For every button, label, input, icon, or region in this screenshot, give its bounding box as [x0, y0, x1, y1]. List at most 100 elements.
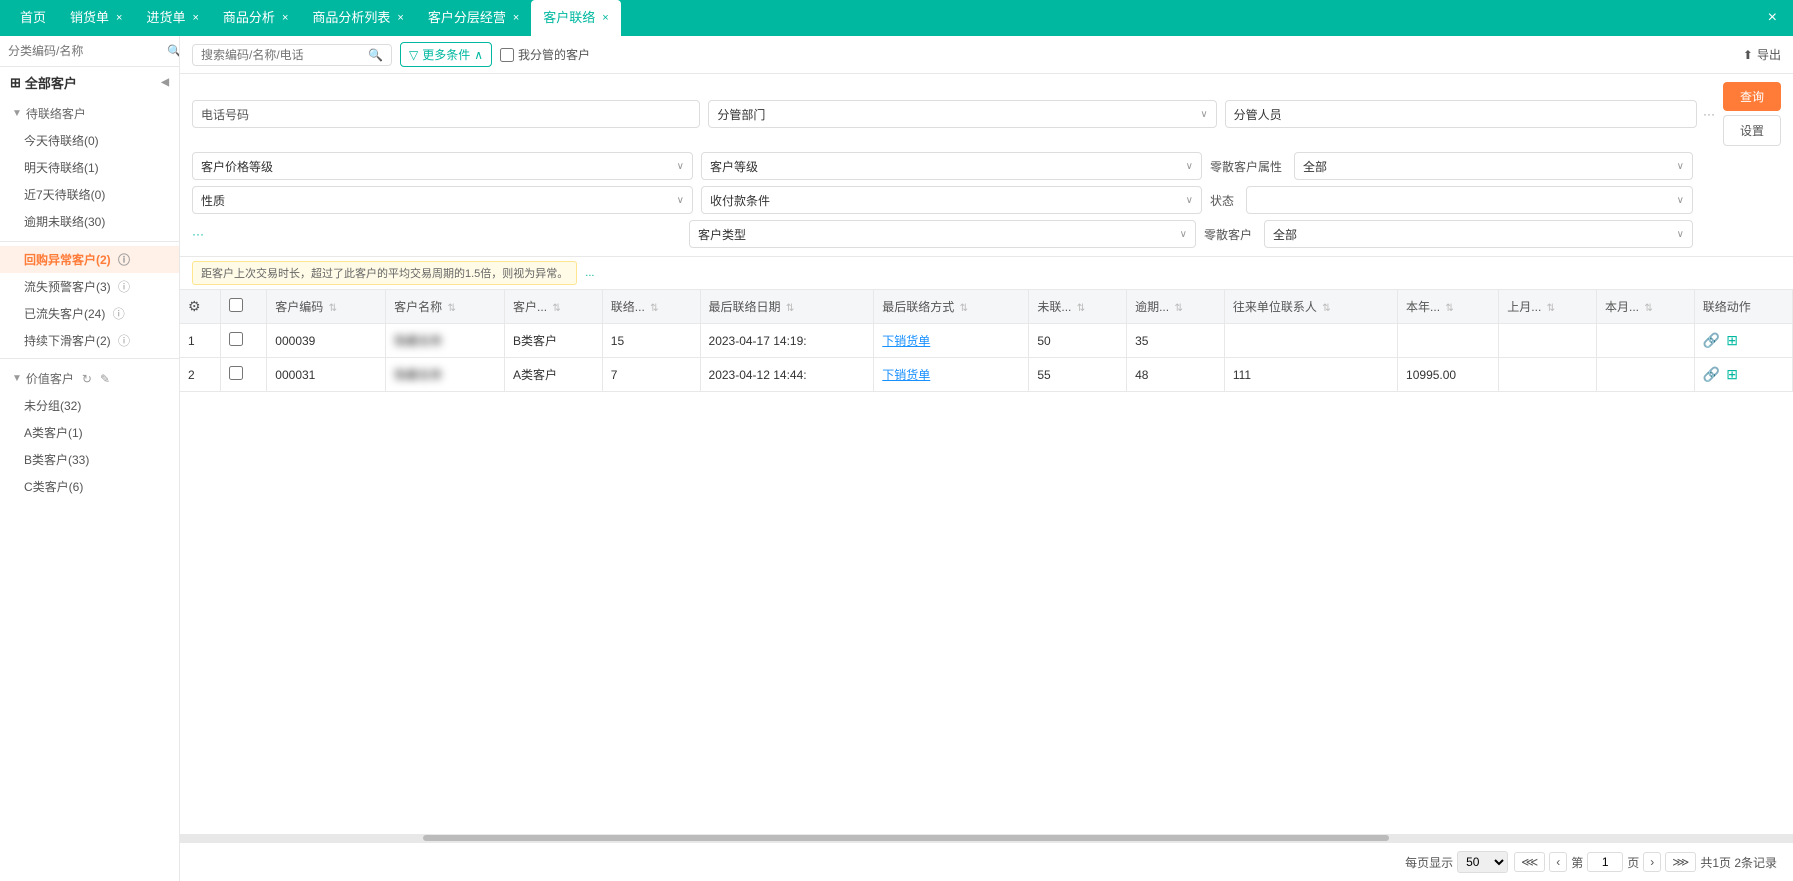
sort-icon-thismonth[interactable]: ⇅: [1644, 303, 1652, 314]
value-customer-group: ▼ 价值客户 ↻ ✎ 未分组(32) A类客户(1) B类客户(33) C类客户…: [0, 363, 179, 502]
sidebar-tomorrow-contact[interactable]: 明天待联络(1): [0, 154, 179, 181]
select-all-checkbox[interactable]: [229, 298, 243, 312]
nav-sales-order[interactable]: 销货单 ×: [58, 0, 134, 36]
nav-close-customer-stratify[interactable]: ×: [513, 0, 519, 36]
row2-last-method[interactable]: 下销货单: [874, 358, 1029, 392]
horizontal-scrollbar[interactable]: [180, 834, 1793, 842]
sort-icon-year[interactable]: ⇅: [1445, 303, 1453, 314]
nav-purchase-order[interactable]: 进货单 ×: [134, 0, 210, 36]
page-size-selector: 每页显示 50 100 200: [1405, 851, 1508, 873]
settings-icon[interactable]: ⚙: [188, 298, 201, 314]
row2-qr-icon[interactable]: ⊞: [1726, 366, 1738, 383]
row2-link-icon[interactable]: 🔗: [1703, 366, 1720, 383]
sidebar-search-icon[interactable]: 🔍: [167, 44, 180, 58]
main-search-icon[interactable]: 🔍: [368, 48, 383, 62]
pending-contact-title[interactable]: ▼ 待联络客户: [0, 100, 179, 127]
customer-type-select[interactable]: 客户类型 ∨: [689, 220, 1196, 248]
chevron-down-icon-2: ∨: [677, 161, 684, 172]
refresh-icon[interactable]: ↻: [82, 372, 92, 386]
sort-icon-uncontacted[interactable]: ⇅: [1077, 303, 1085, 314]
edit-icon[interactable]: ✎: [100, 372, 110, 386]
nav-close-product-analysis[interactable]: ×: [282, 0, 288, 36]
sidebar-repurchase-abnormal[interactable]: 回购异常客户(2) ⓘ: [0, 246, 179, 273]
nav-close-customer-contact[interactable]: ×: [602, 0, 608, 36]
scroll-thumb[interactable]: [423, 835, 1388, 841]
row1-select[interactable]: [229, 332, 243, 346]
last-page-btn[interactable]: ⋙: [1665, 852, 1696, 872]
sort-icon-lastmonth[interactable]: ⇅: [1547, 303, 1555, 314]
row1-last-method[interactable]: 下销货单: [874, 324, 1029, 358]
scatter-attr-select[interactable]: 全部 ∨: [1294, 152, 1693, 180]
close-all-tabs[interactable]: ×: [1760, 9, 1785, 27]
sidebar-a-customers[interactable]: A类客户(1): [0, 419, 179, 446]
nav-close-sales[interactable]: ×: [116, 0, 122, 36]
my-customer-checkbox[interactable]: 我分管的客户: [500, 46, 590, 63]
row1-name[interactable]: 隐藏名称: [386, 324, 505, 358]
sidebar-loss-warning[interactable]: 流失预警客户(3) ⓘ: [0, 273, 179, 300]
sort-icon-name[interactable]: ⇅: [448, 303, 456, 314]
sort-icon-contact[interactable]: ⇅: [650, 303, 658, 314]
sidebar-overdue-contact[interactable]: 逾期未联络(30): [0, 208, 179, 235]
more-dots-icon[interactable]: ···: [1703, 107, 1715, 121]
tooltip-more-link[interactable]: ...: [585, 267, 594, 279]
nav-product-analysis-list[interactable]: 商品分析列表 ×: [300, 0, 415, 36]
sort-icon-date[interactable]: ⇅: [786, 303, 794, 314]
row2-checkbox[interactable]: [220, 358, 267, 392]
expand-more-icon[interactable]: ···: [192, 227, 204, 241]
phone-field[interactable]: 电话号码: [192, 100, 700, 128]
th-settings[interactable]: ⚙: [180, 290, 220, 324]
page-size-select[interactable]: 50 100 200: [1457, 851, 1508, 873]
th-year-amount: 本年... ⇅: [1398, 290, 1499, 324]
row2-name[interactable]: 隐藏名称: [386, 358, 505, 392]
query-button[interactable]: 查询: [1723, 82, 1781, 111]
row2-actions: 🔗 ⊞: [1694, 358, 1792, 392]
nav-close-product-list[interactable]: ×: [397, 0, 403, 36]
scatter-customer-select[interactable]: 全部 ∨: [1264, 220, 1693, 248]
division-person-select[interactable]: 分管人员: [1225, 100, 1697, 128]
sidebar-c-customers[interactable]: C类客户(6): [0, 473, 179, 500]
nav-product-analysis[interactable]: 商品分析 ×: [211, 0, 300, 36]
chevron-up-icon: ∧: [474, 48, 483, 62]
sidebar-today-contact[interactable]: 今天待联络(0): [0, 127, 179, 154]
page-number-input[interactable]: [1587, 852, 1623, 872]
sidebar-unclassified[interactable]: 未分组(32): [0, 392, 179, 419]
payment-condition-select[interactable]: 收付款条件 ∨: [701, 186, 1202, 214]
page-navigation: ⋘ ‹ 第 页 › ⋙ 共1页 2条记录: [1514, 852, 1777, 872]
main-search-input[interactable]: [201, 48, 364, 62]
chevron-down-icon-5: ∨: [677, 195, 684, 206]
sort-icon-type[interactable]: ⇅: [552, 303, 560, 314]
nature-select[interactable]: 性质 ∨: [192, 186, 693, 214]
my-customer-check[interactable]: [500, 48, 514, 62]
nav-close-purchase[interactable]: ×: [192, 0, 198, 36]
sort-icon-overdue[interactable]: ⇅: [1174, 303, 1182, 314]
export-btn[interactable]: ⬆ 导出: [1743, 46, 1781, 63]
sidebar-declining-customers[interactable]: 持续下滑客户(2) ⓘ: [0, 327, 179, 354]
value-customer-title[interactable]: ▼ 价值客户 ↻ ✎: [0, 365, 179, 392]
th-checkbox[interactable]: [220, 290, 267, 324]
customer-level-select[interactable]: 客户等级 ∨: [701, 152, 1202, 180]
row1-qr-icon[interactable]: ⊞: [1726, 332, 1738, 349]
row1-checkbox[interactable]: [220, 324, 267, 358]
prev-page-btn[interactable]: ‹: [1549, 852, 1567, 872]
next-page-btn[interactable]: ›: [1643, 852, 1661, 872]
row2-select[interactable]: [229, 366, 243, 380]
sidebar-all-customers[interactable]: ⊞ 全部客户 ◀: [0, 67, 179, 98]
sort-icon-code[interactable]: ⇅: [329, 303, 337, 314]
sidebar-lost-customers[interactable]: 已流失客户(24) ⓘ: [0, 300, 179, 327]
sidebar-b-customers[interactable]: B类客户(33): [0, 446, 179, 473]
sidebar-divider-1: [0, 241, 179, 242]
nav-customer-contact[interactable]: 客户联络 ×: [531, 0, 620, 36]
first-page-btn[interactable]: ⋘: [1514, 852, 1545, 872]
sort-icon-method[interactable]: ⇅: [960, 303, 968, 314]
sidebar-week-contact[interactable]: 近7天待联络(0): [0, 181, 179, 208]
status-select[interactable]: ∨: [1246, 186, 1693, 214]
row1-link-icon[interactable]: 🔗: [1703, 332, 1720, 349]
division-dept-select[interactable]: 分管部门 ∨: [708, 100, 1216, 128]
sidebar-search-input[interactable]: [8, 44, 163, 58]
price-level-select[interactable]: 客户价格等级 ∨: [192, 152, 693, 180]
nav-customer-stratify[interactable]: 客户分层经营 ×: [416, 0, 531, 36]
nav-home[interactable]: 首页: [8, 0, 58, 36]
sort-icon-contacts[interactable]: ⇅: [1322, 303, 1330, 314]
setting-button[interactable]: 设置: [1723, 115, 1781, 146]
more-conditions-btn[interactable]: ▽ 更多条件 ∧: [400, 42, 492, 67]
